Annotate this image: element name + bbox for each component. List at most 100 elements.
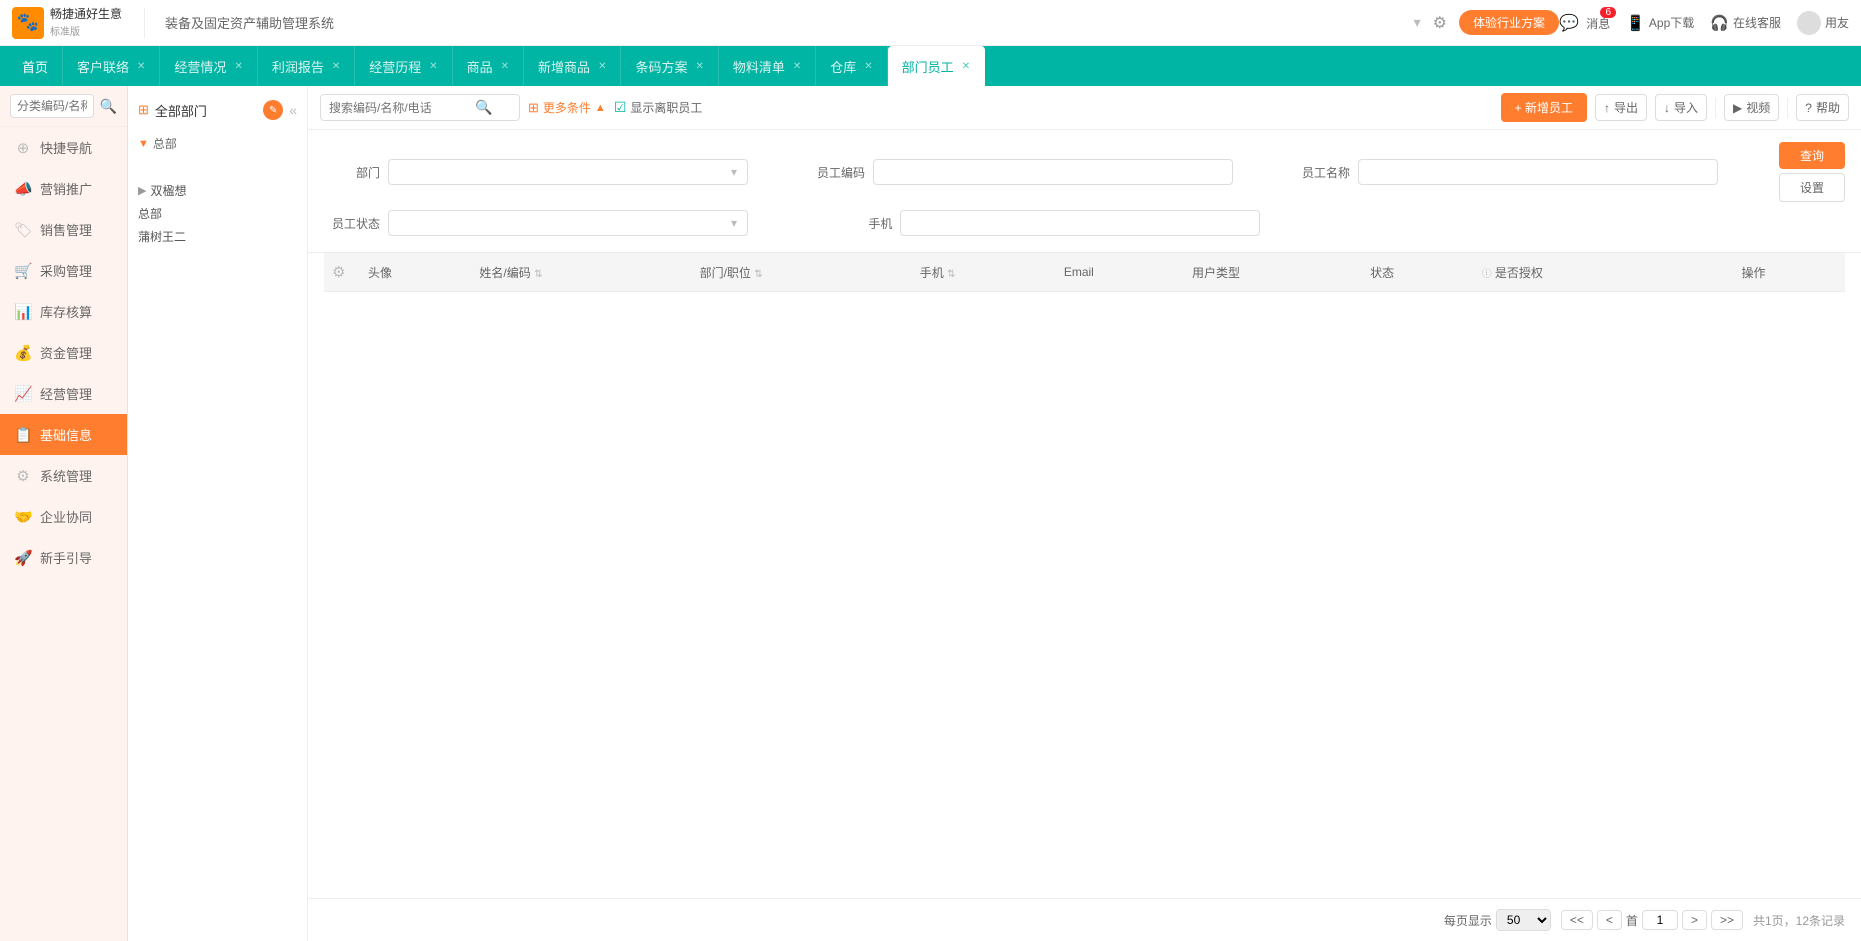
emp-name-input[interactable] (1358, 159, 1718, 185)
close-icon[interactable]: ✕ (864, 61, 872, 72)
close-icon[interactable]: ✕ (234, 61, 242, 72)
logo-text: 畅捷通好生意 (50, 7, 122, 23)
col-phone[interactable]: 手机 ⇅ (912, 253, 1056, 292)
sidebar-item-inventory[interactable]: 📊 库存核算 (0, 291, 127, 332)
settings-gear-icon[interactable]: ⚙ (1433, 13, 1447, 33)
operations-icon: 📈 (14, 385, 32, 403)
search-icon[interactable]: 🔍 (475, 99, 492, 116)
help-icon: ? (1805, 101, 1812, 115)
content-wrapper: 🔍 ⊞ 更多条件 ▲ ☑ 显示离职员工 + 新增员工 ↑ 导出 ↓ 导入 (308, 86, 1861, 941)
tab-warehouse[interactable]: 仓库✕ (816, 46, 887, 86)
col-user-type: 用户类型 (1184, 253, 1362, 292)
emp-name-label: 员工名称 (1294, 164, 1350, 181)
col-email: Email (1056, 253, 1184, 292)
purchase-icon: 🛒 (14, 262, 32, 280)
dept-edit-btn[interactable]: ✎ (263, 100, 283, 120)
dept-collapse-btn[interactable]: « (289, 102, 297, 118)
last-page-btn[interactable]: >> (1711, 910, 1743, 930)
close-icon[interactable]: ✕ (962, 61, 970, 72)
close-icon[interactable]: ✕ (429, 61, 437, 72)
user-area[interactable]: 用友 (1797, 11, 1849, 35)
dept-pugong[interactable]: 蒲树王二 (128, 225, 307, 248)
sidebar-item-finance[interactable]: 💰 资金管理 (0, 332, 127, 373)
col-dept[interactable]: 部门/职位 ⇅ (692, 253, 912, 292)
close-icon[interactable]: ✕ (332, 61, 340, 72)
pagination: 每页显示 50 100 200 << < 首 > >> 共1页，12条记录 (308, 898, 1861, 941)
checkbox-icon: ☑ (614, 99, 627, 116)
sidebar-item-purchase[interactable]: 🛒 采购管理 (0, 250, 127, 291)
tab-home[interactable]: 首页 (8, 46, 63, 86)
dept-tree-hq[interactable]: ▼ 总部 (128, 132, 307, 155)
sidebar-item-operations[interactable]: 📈 经营管理 (0, 373, 127, 414)
sidebar-search-icon[interactable]: 🔍 (100, 98, 117, 115)
dept-select[interactable]: ▾ (388, 159, 748, 185)
sidebar-item-sales[interactable]: 🏷 销售管理 (0, 209, 127, 250)
emp-status-label: 员工状态 (324, 215, 380, 232)
online-service-btn[interactable]: 🎧 在线客服 (1710, 14, 1781, 32)
table-settings-icon[interactable]: ⚙ (332, 264, 345, 281)
emp-code-text-input[interactable] (884, 165, 1222, 179)
show-resigned-toggle[interactable]: ☑ 显示离职员工 (614, 99, 703, 116)
emp-code-input[interactable] (873, 159, 1233, 185)
table-header-row: ⚙ 头像 姓名/编码 ⇅ 部门/职位 ⇅ 手机 ⇅ (324, 253, 1845, 292)
sidebar-item-basic-info[interactable]: 📋 基础信息 (0, 414, 127, 455)
page-number-input[interactable] (1642, 910, 1678, 930)
help-btn[interactable]: ? 帮助 (1796, 94, 1849, 121)
close-icon[interactable]: ✕ (501, 61, 509, 72)
tab-barcode[interactable]: 条码方案✕ (621, 46, 718, 86)
emp-code-field: 员工编码 (809, 159, 1278, 185)
message-btn[interactable]: 💬 6 消息 (1559, 13, 1610, 33)
dept-header: ⊞ 全部部门 ✎ « (128, 94, 307, 126)
phone-label: 手机 (836, 215, 892, 232)
form-row-2: 员工状态 ▾ 手机 (324, 210, 1845, 236)
sidebar-item-system[interactable]: ⚙ 系统管理 (0, 455, 127, 496)
close-icon[interactable]: ✕ (598, 61, 606, 72)
reset-btn[interactable]: 设置 (1779, 173, 1845, 202)
col-name[interactable]: 姓名/编码 ⇅ (471, 253, 691, 292)
view-btn[interactable]: ▶ 视频 (1724, 94, 1779, 121)
phone-input[interactable] (900, 210, 1260, 236)
tab-goods[interactable]: 商品✕ (453, 46, 524, 86)
sidebar-item-collab[interactable]: 🤝 企业协同 (0, 496, 127, 537)
tab-history[interactable]: 经营历程✕ (355, 46, 452, 86)
info-icon[interactable]: ⓘ (1482, 269, 1492, 280)
sidebar-item-marketing[interactable]: 📣 营销推广 (0, 168, 127, 209)
export-btn[interactable]: ↑ 导出 (1595, 94, 1647, 121)
sidebar-item-guide[interactable]: 🚀 新手引导 (0, 537, 127, 578)
search-input[interactable] (329, 101, 469, 115)
filter-icon: ⊞ (528, 100, 539, 116)
try-btn[interactable]: 体验行业方案 (1459, 10, 1559, 35)
phone-text-input[interactable] (911, 216, 1249, 230)
first-page-btn[interactable]: << (1561, 910, 1593, 930)
dept-shuangying[interactable]: ▶ 双楹想 (128, 179, 307, 202)
search-input-box[interactable]: 🔍 (320, 94, 520, 121)
prev-page-btn[interactable]: < (1597, 910, 1622, 930)
sidebar-item-quick-nav[interactable]: ⊕ 快捷导航 (0, 127, 127, 168)
top-bar: 🐾 畅捷通好生意 标准版 装备及固定资产辅助管理系统 ▾ ⚙ 体验行业方案 💬 … (0, 0, 1861, 46)
close-icon[interactable]: ✕ (695, 61, 703, 72)
tab-add-goods[interactable]: 新增商品✕ (524, 46, 621, 86)
emp-status-select[interactable]: ▾ (388, 210, 748, 236)
close-icon[interactable]: ✕ (793, 61, 801, 72)
tab-profit[interactable]: 利润报告✕ (258, 46, 355, 86)
search-btn[interactable]: 查询 (1779, 142, 1845, 169)
close-icon[interactable]: ✕ (137, 61, 145, 72)
system-icon: ⚙ (14, 467, 32, 485)
tab-customer[interactable]: 客户联络✕ (63, 46, 160, 86)
dropdown-arrow[interactable]: ▾ (1414, 14, 1421, 31)
next-page-btn[interactable]: > (1682, 910, 1707, 930)
message-badge: 6 (1600, 7, 1616, 18)
page-size-select[interactable]: 50 100 200 (1496, 909, 1551, 931)
import-btn[interactable]: ↓ 导入 (1655, 94, 1707, 121)
tab-dept-staff[interactable]: 部门员工✕ (888, 46, 985, 86)
page-label: 首 (1626, 912, 1638, 929)
more-conditions-btn[interactable]: ⊞ 更多条件 ▲ (528, 99, 606, 116)
emp-name-text-input[interactable] (1369, 165, 1707, 179)
dept-zongbu[interactable]: 总部 (128, 202, 307, 225)
app-download-btn[interactable]: 📱 App下载 (1626, 14, 1694, 32)
tab-operations[interactable]: 经营情况✕ (160, 46, 257, 86)
col-settings: ⚙ (324, 253, 360, 292)
tab-bom[interactable]: 物料清单✕ (719, 46, 816, 86)
add-employee-btn[interactable]: + 新增员工 (1501, 93, 1587, 122)
sidebar-search-input[interactable] (10, 94, 94, 118)
